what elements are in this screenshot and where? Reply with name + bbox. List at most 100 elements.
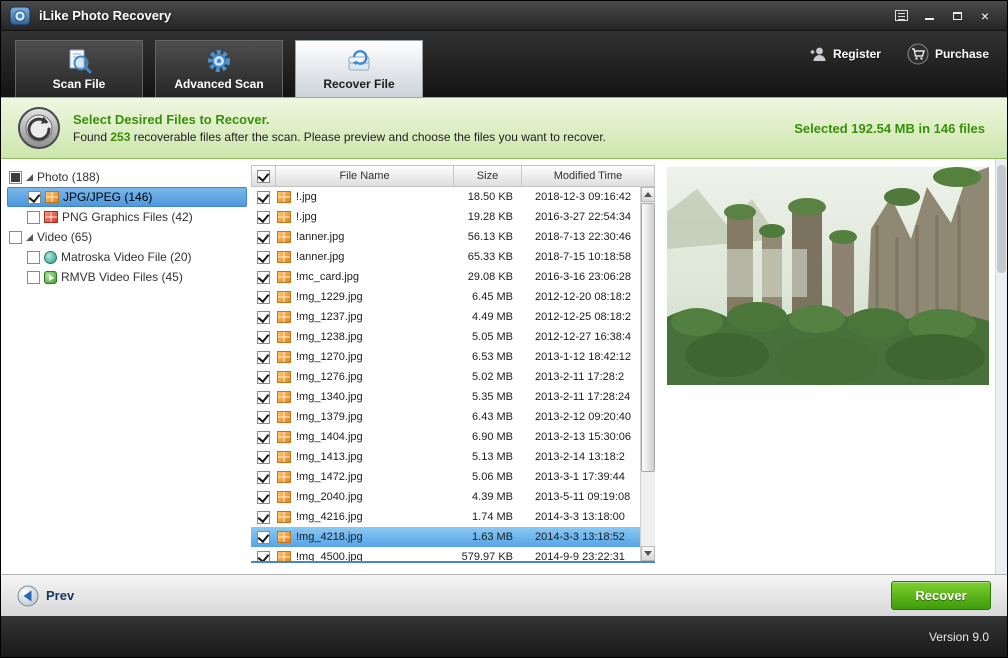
mkv-file-type-icon [44, 251, 57, 264]
version-label: Version 9.0 [929, 630, 989, 644]
column-modified-time[interactable]: Modified Time [522, 166, 654, 186]
file-row[interactable]: !mg_4500.jpg579.97 KB2014-9-9 23:22:31 [251, 547, 640, 561]
file-row[interactable]: !mc_card.jpg29.08 KB2016-3-16 23:06:28 [251, 267, 640, 287]
tree-label: Matroska Video File (20) [61, 250, 192, 264]
file-checkbox[interactable] [257, 311, 270, 324]
tab-scan-file[interactable]: Scan File [15, 40, 143, 97]
recover-button[interactable]: Recover [891, 581, 991, 610]
file-row[interactable]: !mg_1229.jpg6.45 MB2012-12-20 08:18:2 [251, 287, 640, 307]
file-checkbox[interactable] [257, 291, 270, 304]
file-checkbox[interactable] [257, 431, 270, 444]
select-all-checkbox[interactable] [257, 170, 270, 183]
register-button[interactable]: Register [809, 46, 881, 62]
file-row[interactable]: !mg_1413.jpg5.13 MB2013-2-14 13:18:2 [251, 447, 640, 467]
menu-button[interactable] [887, 6, 915, 26]
file-row[interactable]: !mg_1340.jpg5.35 MB2013-2-11 17:28:24 [251, 387, 640, 407]
file-size: 6.45 MB [453, 291, 521, 303]
scan-file-icon [66, 48, 92, 74]
file-name: !mg_1404.jpg [296, 431, 363, 443]
app-icon [9, 6, 31, 26]
file-name: !mg_1238.jpg [296, 331, 363, 343]
file-checkbox[interactable] [257, 451, 270, 464]
file-checkbox[interactable] [257, 251, 270, 264]
tree-checkbox[interactable] [27, 211, 40, 224]
maximize-button[interactable] [943, 6, 971, 26]
minimize-button[interactable] [915, 6, 943, 26]
file-row[interactable]: !.jpg18.50 KB2018-12-3 09:16:42 [251, 187, 640, 207]
file-row[interactable]: !mg_1472.jpg5.06 MB2013-3-1 17:39:44 [251, 467, 640, 487]
file-name: !mg_1379.jpg [296, 411, 363, 423]
file-tree: Photo (188)JPG/JPEG (146)PNG Graphics Fi… [1, 159, 251, 574]
tree-item-jpg[interactable]: JPG/JPEG (146) [7, 187, 247, 207]
file-row[interactable]: !mg_2040.jpg4.39 MB2013-5-11 09:19:08 [251, 487, 640, 507]
file-list-scrollbar[interactable] [640, 187, 655, 561]
file-row[interactable]: !mg_4218.jpg1.63 MB2014-3-3 13:18:52 [251, 527, 640, 547]
file-size: 1.74 MB [453, 511, 521, 523]
file-checkbox[interactable] [257, 331, 270, 344]
preview-scrollbar-thumb[interactable] [997, 165, 1006, 273]
file-checkbox[interactable] [257, 411, 270, 424]
file-row[interactable]: !mg_1237.jpg4.49 MB2012-12-25 08:18:2 [251, 307, 640, 327]
file-row[interactable]: !mg_1276.jpg5.02 MB2013-2-11 17:28:2 [251, 367, 640, 387]
tab-advanced-scan[interactable]: Advanced Scan [155, 40, 283, 97]
file-checkbox[interactable] [257, 271, 270, 284]
jpg-file-type-icon [277, 551, 291, 561]
file-checkbox[interactable] [257, 371, 270, 384]
file-checkbox[interactable] [257, 191, 270, 204]
tree-item-mkv[interactable]: Matroska Video File (20) [7, 247, 251, 267]
file-name: !mg_1340.jpg [296, 391, 363, 403]
column-size[interactable]: Size [454, 166, 522, 186]
jpg-file-type-icon [277, 291, 291, 303]
tree-checkbox[interactable] [9, 171, 22, 184]
file-checkbox[interactable] [257, 551, 270, 562]
file-checkbox[interactable] [257, 471, 270, 484]
file-checkbox[interactable] [257, 491, 270, 504]
tree-checkbox[interactable] [27, 271, 40, 284]
jpg-file-type-icon [277, 451, 291, 463]
purchase-button[interactable]: Purchase [907, 43, 989, 65]
tree-item-video[interactable]: Video (65) [7, 227, 251, 247]
file-row[interactable]: !mg_1404.jpg6.90 MB2013-2-13 15:30:06 [251, 427, 640, 447]
preview-scrollbar[interactable] [995, 159, 1007, 574]
file-row[interactable]: !mg_1238.jpg5.05 MB2012-12-27 16:38:4 [251, 327, 640, 347]
tree-item-photo[interactable]: Photo (188) [7, 167, 251, 187]
file-row[interactable]: !anner.jpg65.33 KB2018-7-15 10:18:58 [251, 247, 640, 267]
header-checkbox-cell [252, 166, 276, 186]
file-row[interactable]: !mg_1379.jpg6.43 MB2013-2-12 09:20:40 [251, 407, 640, 427]
expand-icon[interactable] [26, 234, 33, 241]
file-checkbox[interactable] [257, 211, 270, 224]
file-name: !anner.jpg [296, 251, 344, 263]
column-file-name[interactable]: File Name [276, 166, 454, 186]
banner-texts: Select Desired Files to Recover. Found 2… [73, 112, 606, 144]
file-checkbox[interactable] [257, 391, 270, 404]
recover-file-icon [346, 48, 372, 74]
tree-checkbox[interactable] [9, 231, 22, 244]
file-modified-time: 2013-2-11 17:28:2 [521, 371, 640, 383]
file-row[interactable]: !mg_1270.jpg6.53 MB2013-1-12 18:42:12 [251, 347, 640, 367]
tree-item-rmvb[interactable]: RMVB Video Files (45) [7, 267, 251, 287]
file-checkbox[interactable] [257, 351, 270, 364]
file-checkbox[interactable] [257, 531, 270, 544]
jpg-file-type-icon [277, 331, 291, 343]
advanced-scan-gear-icon [206, 48, 232, 74]
tree-item-png[interactable]: PNG Graphics Files (42) [7, 207, 251, 227]
file-checkbox[interactable] [257, 511, 270, 524]
expand-icon[interactable] [26, 174, 33, 181]
file-size: 29.08 KB [453, 271, 521, 283]
scrollbar-thumb[interactable] [641, 203, 655, 472]
tree-checkbox[interactable] [27, 251, 40, 264]
scroll-up-button[interactable] [641, 187, 655, 202]
prev-button[interactable]: Prev [17, 585, 74, 607]
tree-checkbox[interactable] [28, 191, 41, 204]
menu-icon [895, 10, 908, 21]
file-row[interactable]: !anner.jpg56.13 KB2018-7-13 22:30:46 [251, 227, 640, 247]
close-button[interactable]: × [971, 6, 999, 26]
tab-label: Scan File [53, 77, 106, 91]
file-row[interactable]: !.jpg19.28 KB2016-3-27 22:54:34 [251, 207, 640, 227]
file-table: File Name Size Modified Time !.jpg18.50 … [251, 165, 655, 563]
file-row[interactable]: !mg_4216.jpg1.74 MB2014-3-3 13:18:00 [251, 507, 640, 527]
file-checkbox[interactable] [257, 231, 270, 244]
tab-recover-file[interactable]: Recover File [295, 40, 423, 97]
jpg-file-type-icon [277, 311, 291, 323]
scroll-down-button[interactable] [641, 546, 655, 561]
